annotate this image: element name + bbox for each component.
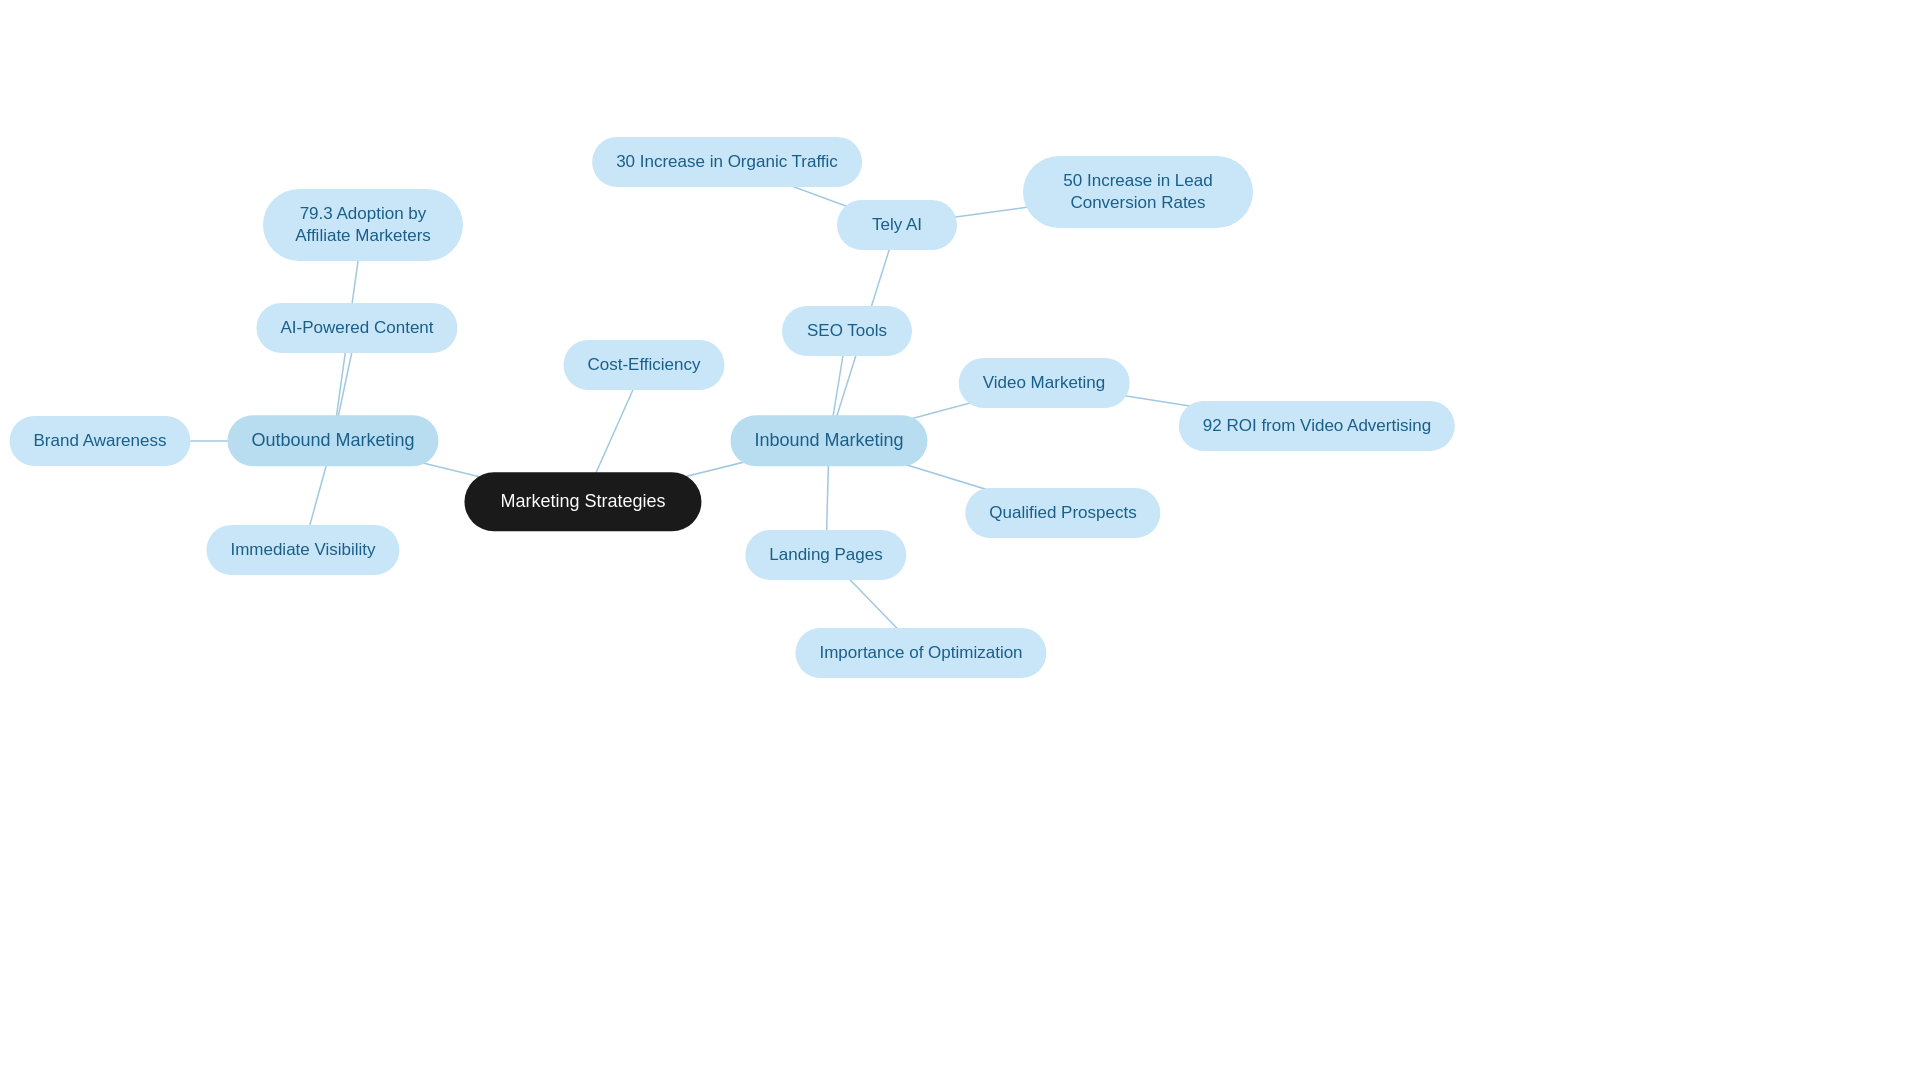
ai-powered-content-node: AI-Powered Content <box>256 303 457 353</box>
immediate-visibility-node: Immediate Visibility <box>206 525 399 575</box>
lead-conversion-node: 50 Increase in Lead Conversion Rates <box>1023 156 1253 228</box>
importance-optimization-node: Importance of Optimization <box>795 628 1046 678</box>
seo-tools-node: SEO Tools <box>782 306 912 356</box>
outbound-marketing-node: Outbound Marketing <box>227 415 438 466</box>
roi-video-node: 92 ROI from Video Advertising <box>1179 401 1455 451</box>
qualified-prospects-node: Qualified Prospects <box>965 488 1160 538</box>
organic-traffic-node: 30 Increase in Organic Traffic <box>592 137 862 187</box>
tely-ai-node: Tely AI <box>837 200 957 250</box>
inbound-marketing-node: Inbound Marketing <box>730 415 927 466</box>
brand-awareness-node: Brand Awareness <box>10 416 191 466</box>
video-marketing-node: Video Marketing <box>959 358 1130 408</box>
landing-pages-node: Landing Pages <box>745 530 906 580</box>
center-node: Marketing Strategies <box>464 472 701 531</box>
cost-efficiency-node: Cost-Efficiency <box>563 340 724 390</box>
affiliate-marketers-node: 79.3 Adoption by Affiliate Marketers <box>263 189 463 261</box>
